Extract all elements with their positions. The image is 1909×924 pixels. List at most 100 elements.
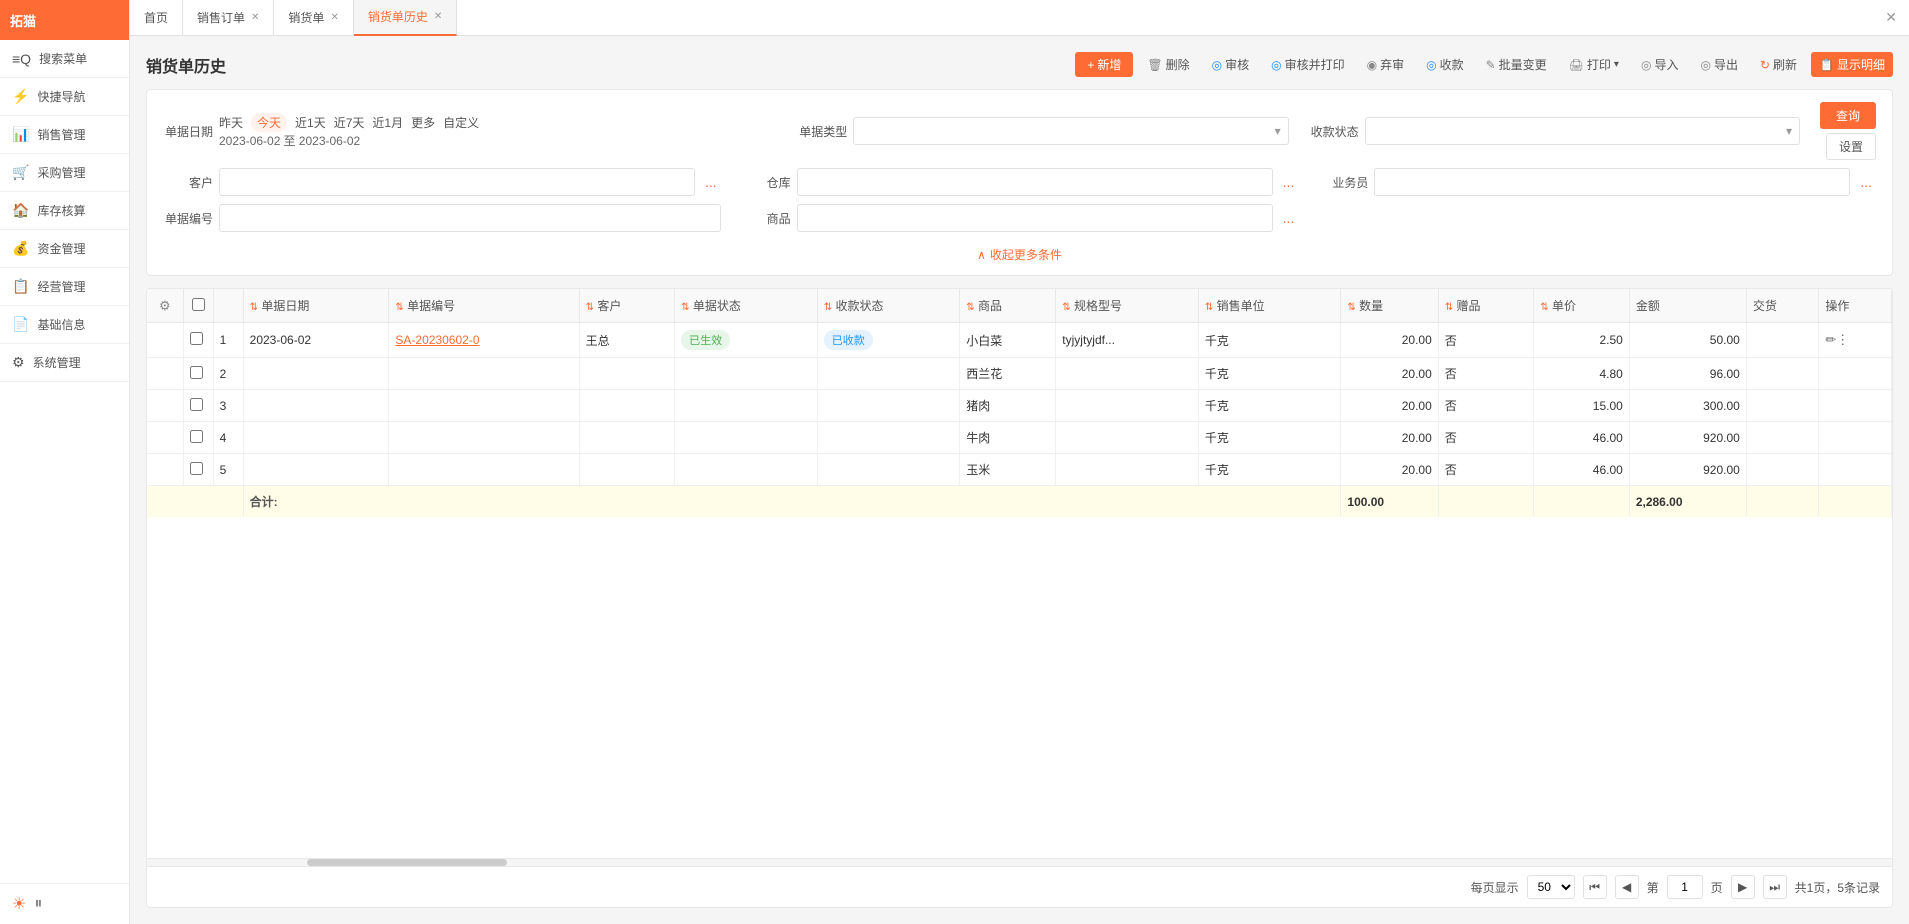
add-button[interactable]: + 新增 [1075, 52, 1133, 77]
col-doc-date[interactable]: ⇅ 单据日期 [243, 289, 389, 323]
tab-sales-history-close[interactable]: ✕ [434, 11, 442, 22]
sort-icon: ⇅ [681, 302, 689, 313]
row-checkbox-2[interactable] [190, 398, 203, 411]
row-doc-no[interactable]: SA-20230602-0 [389, 323, 579, 358]
sidebar-item-inventory[interactable]: 🏠 库存核算 [0, 192, 129, 230]
abandon-button[interactable]: ◉ 弃审 [1359, 52, 1413, 77]
shortcut-today[interactable]: 今天 [251, 113, 287, 132]
import-button[interactable]: ◎ 导入 [1633, 52, 1687, 77]
sidebar-item-purchase-mgmt[interactable]: 🛒 采购管理 [0, 154, 129, 192]
collect-status-label: 收款状态 [1309, 123, 1359, 140]
tab-home[interactable]: 首页 [130, 0, 183, 36]
export-button[interactable]: ◎ 导出 [1692, 52, 1746, 77]
more-action[interactable]: ⋮ [1836, 332, 1849, 347]
collect-status-select[interactable] [1365, 117, 1800, 145]
sidebar-item-sys-mgmt[interactable]: ⚙ 系统管理 [0, 344, 129, 382]
shortcut-7days[interactable]: 近7天 [334, 114, 365, 131]
customer-input[interactable] [219, 168, 695, 196]
row-unit: 千克 [1198, 422, 1341, 454]
col-goods[interactable]: ⇅ 商品 [960, 289, 1056, 323]
doc-no-input[interactable] [219, 204, 721, 232]
show-detail-button[interactable]: 📋 显示明细 [1811, 52, 1893, 77]
collect-button[interactable]: ◎ 收款 [1418, 52, 1472, 77]
warehouse-input[interactable] [797, 168, 1273, 196]
audit-button[interactable]: ◎ 审核 [1204, 52, 1258, 77]
col-unit[interactable]: ⇅ 销售单位 [1198, 289, 1341, 323]
row-doc-no[interactable] [389, 358, 579, 390]
batch-change-button[interactable]: ✎ 批量变更 [1478, 52, 1555, 77]
window-close-btn[interactable]: ✕ [1873, 9, 1909, 26]
row-collect-status[interactable]: 已收款 [817, 323, 960, 358]
row-price: 2.50 [1534, 323, 1630, 358]
sidebar-item-basic-info[interactable]: 📄 基础信息 [0, 306, 129, 344]
shortcut-more[interactable]: 更多 [411, 114, 435, 131]
sidebar-bottom-icon2[interactable]: ⏸ [34, 895, 42, 913]
collapse-btn[interactable]: ∧ 收起更多条件 [163, 240, 1876, 263]
shortcut-yesterday[interactable]: 昨天 [219, 114, 243, 131]
sidebar-item-search-menu[interactable]: ≡Q 搜索菜单 [0, 40, 129, 78]
doc-type-select[interactable] [853, 117, 1288, 145]
select-all-checkbox[interactable] [192, 298, 205, 311]
tab-sales-delivery-close[interactable]: ✕ [330, 12, 338, 23]
delete-button[interactable]: 🗑 删除 [1139, 52, 1197, 77]
col-gift[interactable]: ⇅ 赠品 [1438, 289, 1534, 323]
settings-icon[interactable]: ⚙ [153, 298, 177, 313]
col-action: 操作 [1819, 289, 1892, 323]
col-price[interactable]: ⇅ 单价 [1534, 289, 1630, 323]
date-shortcuts: 昨天 今天 近1天 近7天 近1月 更多 自定义 [219, 113, 777, 132]
last-page-btn[interactable]: ⏭ [1763, 875, 1787, 899]
refresh-button[interactable]: ↻ 刷新 [1752, 52, 1805, 77]
shortcut-1month[interactable]: 近1月 [372, 114, 403, 131]
row-goods: 玉米 [960, 454, 1056, 486]
row-collect-status [817, 422, 960, 454]
goods-dots[interactable]: ... [1279, 210, 1299, 226]
row-doc-no[interactable] [389, 422, 579, 454]
next-page-btn[interactable]: ▶ [1731, 875, 1755, 899]
print-button[interactable]: 🖨 打印 ▾ [1561, 52, 1627, 77]
row-doc-no[interactable] [389, 390, 579, 422]
scroll-thumb[interactable] [307, 859, 507, 866]
horizontal-scrollbar[interactable] [147, 858, 1892, 866]
prev-page-btn[interactable]: ◀ [1615, 875, 1639, 899]
tab-sales-order[interactable]: 销售订单 ✕ [183, 0, 274, 36]
query-button[interactable]: 查询 [1820, 102, 1876, 129]
tab-sales-history[interactable]: 销货单历史 ✕ [354, 0, 457, 36]
summary-gift-spacer [1438, 486, 1534, 518]
table-scroll[interactable]: ⚙ ⇅ 单据日期 ⇅ 单据编 [147, 289, 1892, 858]
page-input[interactable] [1667, 875, 1703, 899]
sidebar-item-sales-mgmt[interactable]: 📊 销售管理 [0, 116, 129, 154]
row-doc-no-link[interactable]: SA-20230602-0 [395, 333, 479, 347]
col-doc-status[interactable]: ⇅ 单据状态 [675, 289, 818, 323]
col-settings[interactable]: ⚙ [147, 289, 183, 323]
row-doc-no[interactable] [389, 454, 579, 486]
row-checkbox-3[interactable] [190, 430, 203, 443]
row-doc-status[interactable]: 已生效 [675, 323, 818, 358]
sidebar-bottom-icon1[interactable]: ☀ [12, 894, 26, 914]
customer-dots[interactable]: ... [701, 174, 721, 190]
col-doc-no[interactable]: ⇅ 单据编号 [389, 289, 579, 323]
col-qty[interactable]: ⇅ 数量 [1341, 289, 1438, 323]
row-checkbox-0[interactable] [190, 332, 203, 345]
warehouse-dots[interactable]: ... [1279, 174, 1299, 190]
col-spec[interactable]: ⇅ 规格型号 [1056, 289, 1199, 323]
row-checkbox-1[interactable] [190, 366, 203, 379]
first-page-btn[interactable]: ⏮ [1583, 875, 1607, 899]
edit-action[interactable]: ✏ [1825, 332, 1836, 347]
table-row: 2西兰花千克20.00否4.8096.00 [147, 358, 1892, 390]
tab-sales-order-close[interactable]: ✕ [251, 12, 259, 23]
tab-sales-delivery[interactable]: 销货单 ✕ [274, 0, 353, 36]
sidebar-item-finance[interactable]: 💰 资金管理 [0, 230, 129, 268]
row-checkbox-4[interactable] [190, 462, 203, 475]
set-button[interactable]: 设置 [1826, 133, 1876, 160]
agent-input[interactable] [1374, 168, 1850, 196]
col-customer[interactable]: ⇅ 客户 [579, 289, 675, 323]
shortcut-custom[interactable]: 自定义 [443, 114, 479, 131]
col-collect-status[interactable]: ⇅ 收款状态 [817, 289, 960, 323]
per-page-select[interactable]: 50 [1527, 875, 1575, 899]
agent-dots[interactable]: ... [1856, 174, 1876, 190]
goods-input[interactable] [797, 204, 1273, 232]
shortcut-1day[interactable]: 近1天 [295, 114, 326, 131]
sidebar-item-ops[interactable]: 📋 经营管理 [0, 268, 129, 306]
sidebar-item-quick-nav[interactable]: ⚡ 快捷导航 [0, 78, 129, 116]
audit-print-button[interactable]: ◎ 审核并打印 [1263, 52, 1353, 77]
